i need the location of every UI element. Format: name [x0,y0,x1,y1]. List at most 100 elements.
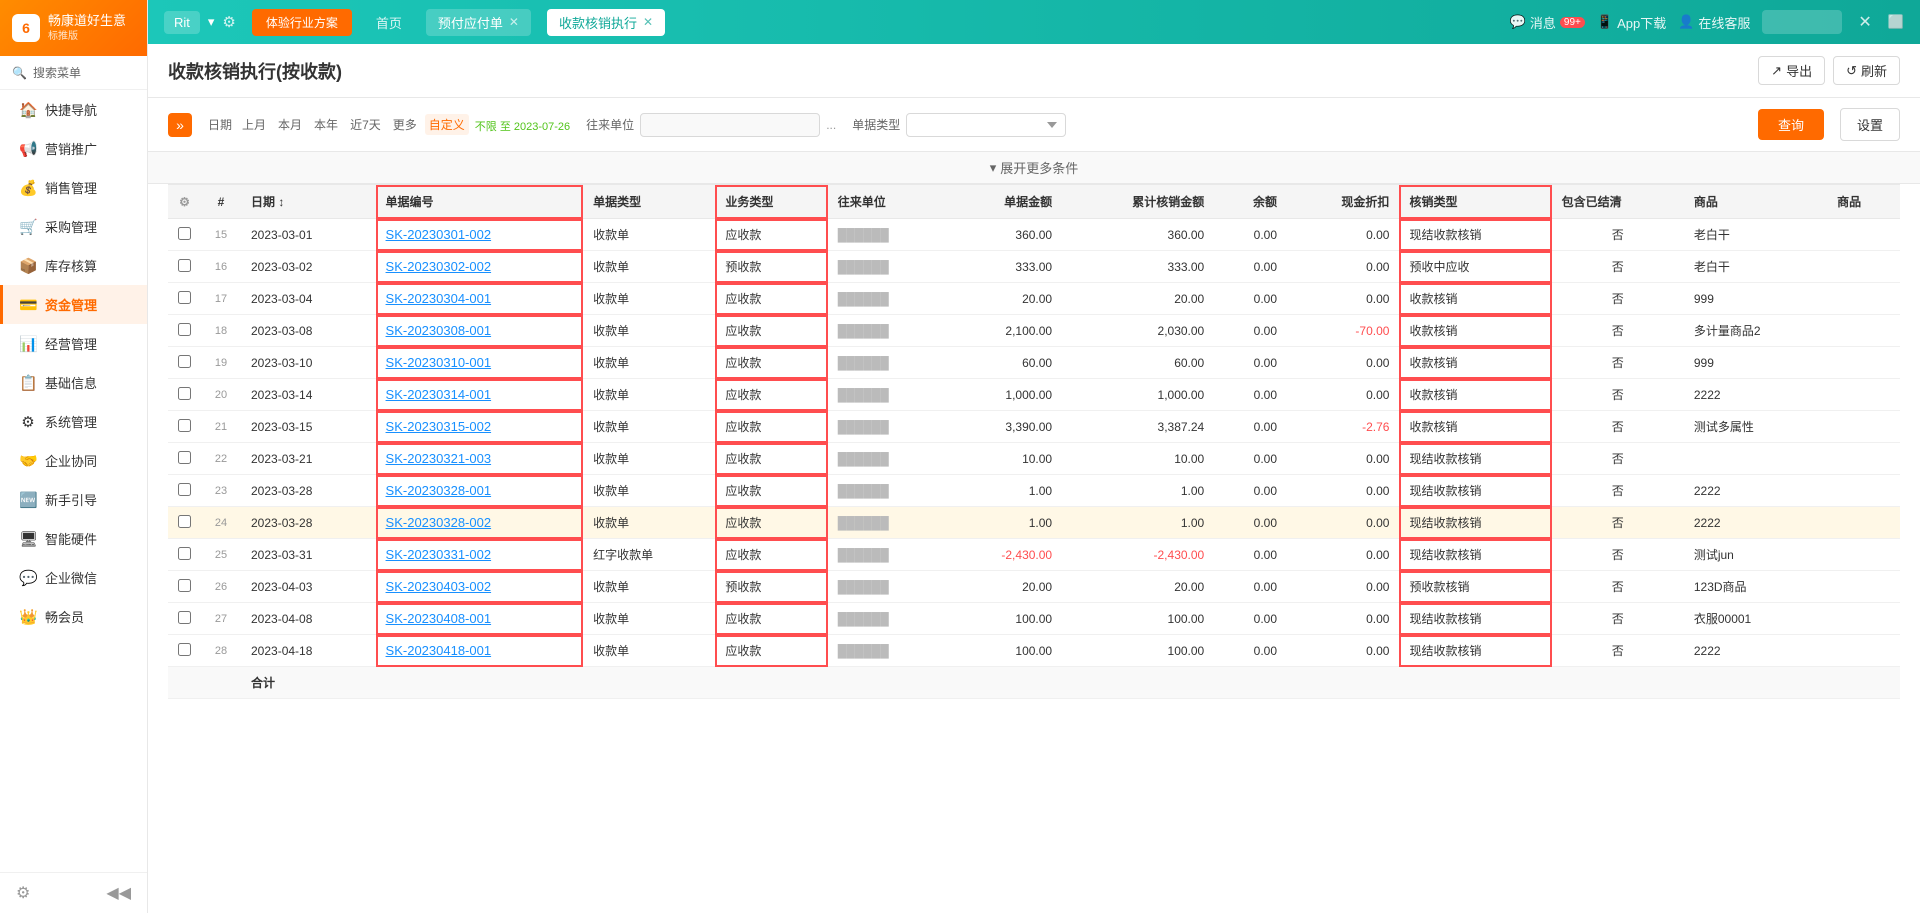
custom-date-link[interactable]: 自定义 [425,114,469,135]
sidebar-item-member[interactable]: 👑 畅会员 [0,597,147,636]
row-checkbox[interactable] [168,635,201,667]
prev-month-link[interactable]: 上月 [238,114,270,135]
sidebar-item-sales[interactable]: 💰 销售管理 [0,168,147,207]
row-checkbox[interactable] [168,603,201,635]
col-settings[interactable]: ⚙ [168,185,201,219]
message-action[interactable]: 💬 消息 99+ [1510,13,1585,32]
app-download-action[interactable]: 📱 App下载 [1597,13,1666,32]
row-checkbox[interactable] [168,411,201,443]
bill-type-select[interactable] [906,113,1066,137]
col-bill-type[interactable]: 单据类型 [583,185,715,219]
row-bill-no[interactable]: SK-20230328-002 [376,507,584,539]
sidebar-item-marketing[interactable]: 📢 营销推广 [0,129,147,168]
sidebar-item-system[interactable]: ⚙ 系统管理 [0,402,147,441]
window-maximize-icon[interactable]: ⬜ [1888,14,1904,30]
row-amount: 100.00 [945,603,1062,635]
more-date-link[interactable]: 更多 [389,114,421,135]
row-date: 2023-03-08 [241,315,376,347]
sidebar-item-corp[interactable]: 🤝 企业协同 [0,441,147,480]
row-bill-no[interactable]: SK-20230301-002 [376,219,584,251]
row-checkbox[interactable] [168,539,201,571]
module-name[interactable]: Rit [164,11,200,34]
table-settings-button[interactable]: 设置 [1840,108,1900,141]
row-bill-no[interactable]: SK-20230331-002 [376,539,584,571]
row-bill-no[interactable]: SK-20230321-003 [376,443,584,475]
col-goods1[interactable]: 商品 [1684,185,1827,219]
sidebar-item-wechat[interactable]: 💬 企业微信 [0,558,147,597]
tab-collection-close[interactable]: ✕ [643,15,653,29]
collapse-icon[interactable]: ◀◀ [106,883,131,903]
sidebar-item-quick-nav[interactable]: 🏠 快捷导航 [0,90,147,129]
query-button[interactable]: 查询 [1758,109,1824,140]
sidebar-item-purchase[interactable]: 🛒 采购管理 [0,207,147,246]
this-year-link[interactable]: 本年 [310,114,342,135]
row-checkbox[interactable] [168,315,201,347]
row-checkbox[interactable] [168,347,201,379]
col-counterparty[interactable]: 往来单位 [828,185,945,219]
online-service-action[interactable]: 👤 在线客服 [1678,13,1750,32]
sidebar-item-guide[interactable]: 🆕 新手引导 [0,480,147,519]
counterparty-more[interactable]: ... [826,118,836,132]
export-button[interactable]: ↗ 导出 [1758,56,1825,85]
settings-topbar-icon[interactable]: ⚙ [222,13,235,31]
row-bill-no[interactable]: SK-20230314-001 [376,379,584,411]
user-avatar-area[interactable] [1762,10,1842,34]
row-bill-no[interactable]: SK-20230302-002 [376,251,584,283]
refresh-button[interactable]: ↺ 刷新 [1833,56,1900,85]
row-checkbox[interactable] [168,507,201,539]
row-bill-no[interactable]: SK-20230310-001 [376,347,584,379]
col-bill-no[interactable]: 单据编号 [376,185,584,219]
col-date[interactable]: 日期 ↕ [241,185,376,219]
tab-home[interactable]: 首页 [368,9,410,36]
module-selector[interactable]: Rit ▾ ⚙ [164,11,236,34]
tab-prepay[interactable]: 预付应付单 ✕ [426,9,531,36]
sidebar-item-label: 企业微信 [45,568,97,587]
settings-bottom-icon[interactable]: ⚙ [16,883,30,903]
row-checkbox[interactable] [168,251,201,283]
row-included: 否 [1552,443,1684,475]
sidebar-item-finance[interactable]: 💳 资金管理 [0,285,147,324]
tab-collection[interactable]: 收款核销执行 ✕ [547,9,665,36]
this-month-link[interactable]: 本月 [274,114,306,135]
search-menu-item[interactable]: 🔍 搜索菜单 [0,56,147,90]
industry-solution-button[interactable]: 体验行业方案 [252,9,352,36]
row-bill-no[interactable]: SK-20230315-002 [376,411,584,443]
col-cumulative[interactable]: 累计核销金额 [1062,185,1214,219]
col-biz-type[interactable]: 业务类型 [715,185,827,219]
sidebar-item-base[interactable]: 📋 基础信息 [0,363,147,402]
row-checkbox[interactable] [168,443,201,475]
tab-prepay-close[interactable]: ✕ [509,15,519,29]
row-discount: 0.00 [1287,475,1399,507]
sidebar-item-inventory[interactable]: 📦 库存核算 [0,246,147,285]
module-dropdown-icon[interactable]: ▾ [208,14,215,30]
row-bill-no[interactable]: SK-20230304-001 [376,283,584,315]
window-close-icon[interactable]: ✕ [1858,12,1871,32]
row-bill-no[interactable]: SK-20230418-001 [376,635,584,667]
col-amount[interactable]: 单据金额 [945,185,1062,219]
row-checkbox[interactable] [168,475,201,507]
7days-link[interactable]: 近7天 [346,114,385,135]
col-balance[interactable]: 余额 [1214,185,1287,219]
sidebar-item-operations[interactable]: 📊 经营管理 [0,324,147,363]
expand-conditions-bar[interactable]: ▾ 展开更多条件 [148,152,1920,184]
col-included[interactable]: 包含已结清 [1552,185,1684,219]
row-checkbox[interactable] [168,379,201,411]
row-goods2 [1827,219,1900,251]
row-checkbox[interactable] [168,219,201,251]
row-bill-no[interactable]: SK-20230408-001 [376,603,584,635]
row-bill-type: 收款单 [583,251,715,283]
row-bill-no[interactable]: SK-20230328-001 [376,475,584,507]
row-biz-type: 应收款 [715,379,827,411]
col-goods2[interactable]: 商品 [1827,185,1900,219]
col-cancel-type[interactable]: 核销类型 [1399,185,1551,219]
row-checkbox[interactable] [168,283,201,315]
row-goods2 [1827,347,1900,379]
sidebar-item-hardware[interactable]: 🖥 智能硬件 [0,519,147,558]
row-bill-no[interactable]: SK-20230403-002 [376,571,584,603]
counterparty-input[interactable] [640,113,820,137]
row-checkbox[interactable] [168,571,201,603]
col-discount[interactable]: 现金折扣 [1287,185,1399,219]
row-bill-no[interactable]: SK-20230308-001 [376,315,584,347]
row-goods1: 多计量商品2 [1684,315,1827,347]
filter-toggle-button[interactable]: » [168,113,192,137]
